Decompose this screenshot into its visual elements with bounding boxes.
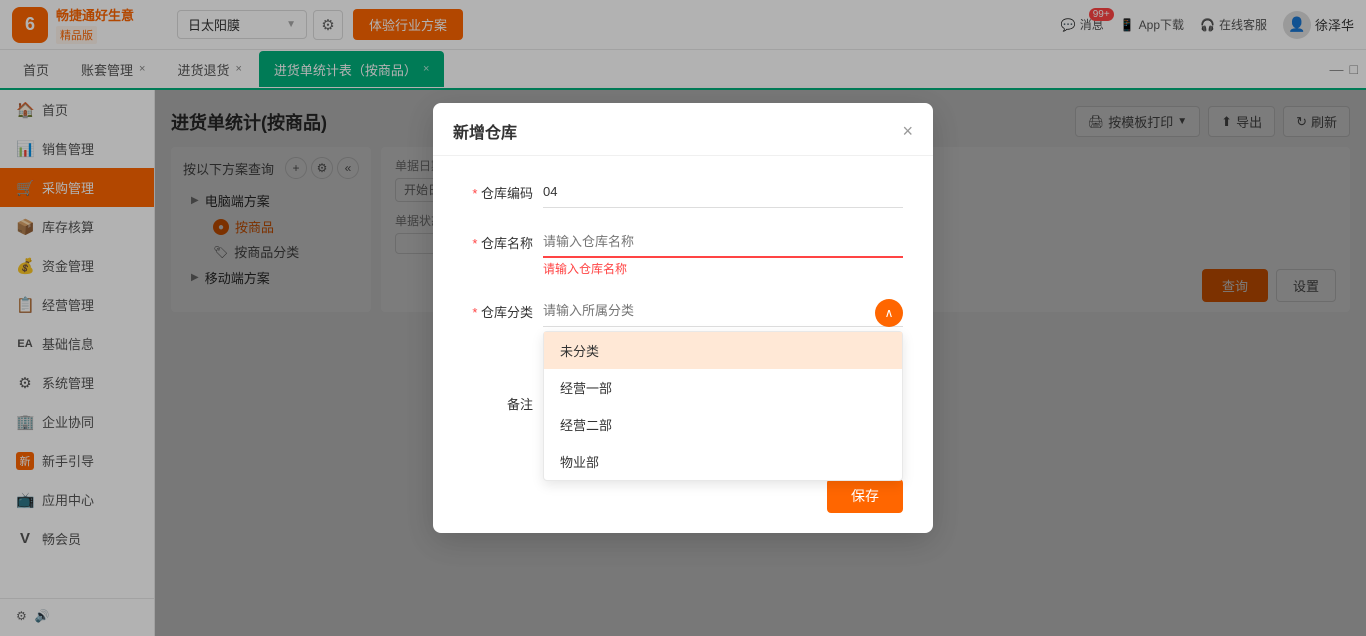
name-label: 仓库名称 (463, 226, 543, 252)
category-dropdown-list: 未分类 经营一部 经营二部 物业部 (543, 331, 903, 481)
modal-body: 仓库编码 仓库名称 请输入仓库名称 仓库分类 ∧ (433, 156, 933, 467)
dropdown-item-dept3[interactable]: 物业部 (544, 443, 902, 480)
code-label: 仓库编码 (463, 176, 543, 202)
code-input[interactable] (543, 176, 903, 208)
category-control: ∧ 未分类 经营一部 经营二部 物业部 (543, 295, 903, 327)
dropdown-toggle-button[interactable]: ∧ (875, 299, 903, 327)
dropdown-item-dept1[interactable]: 经营一部 (544, 369, 902, 406)
notes-label: 备注 (463, 387, 543, 413)
category-input[interactable] (543, 295, 903, 327)
modal-close-button[interactable]: × (902, 122, 913, 140)
code-field-row: 仓库编码 (463, 176, 903, 208)
modal-title: 新增仓库 (453, 119, 517, 143)
name-field-row: 仓库名称 请输入仓库名称 (463, 226, 903, 277)
category-field-row: 仓库分类 ∧ 未分类 经营一部 经营二部 物业部 (463, 295, 903, 327)
name-input[interactable] (543, 226, 903, 258)
dropdown-item-dept2[interactable]: 经营二部 (544, 406, 902, 443)
dropdown-item-uncategorized[interactable]: 未分类 (544, 332, 902, 369)
dropdown-arrow-icon: ∧ (885, 306, 894, 320)
modal-overlay: 新增仓库 × 仓库编码 仓库名称 请输入仓库名称 仓库分类 (0, 0, 1366, 636)
save-button[interactable]: 保存 (827, 479, 903, 513)
category-label: 仓库分类 (463, 295, 543, 321)
add-warehouse-modal: 新增仓库 × 仓库编码 仓库名称 请输入仓库名称 仓库分类 (433, 103, 933, 533)
name-error: 请输入仓库名称 (543, 260, 903, 277)
modal-header: 新增仓库 × (433, 103, 933, 156)
name-control: 请输入仓库名称 (543, 226, 903, 277)
code-control (543, 176, 903, 208)
